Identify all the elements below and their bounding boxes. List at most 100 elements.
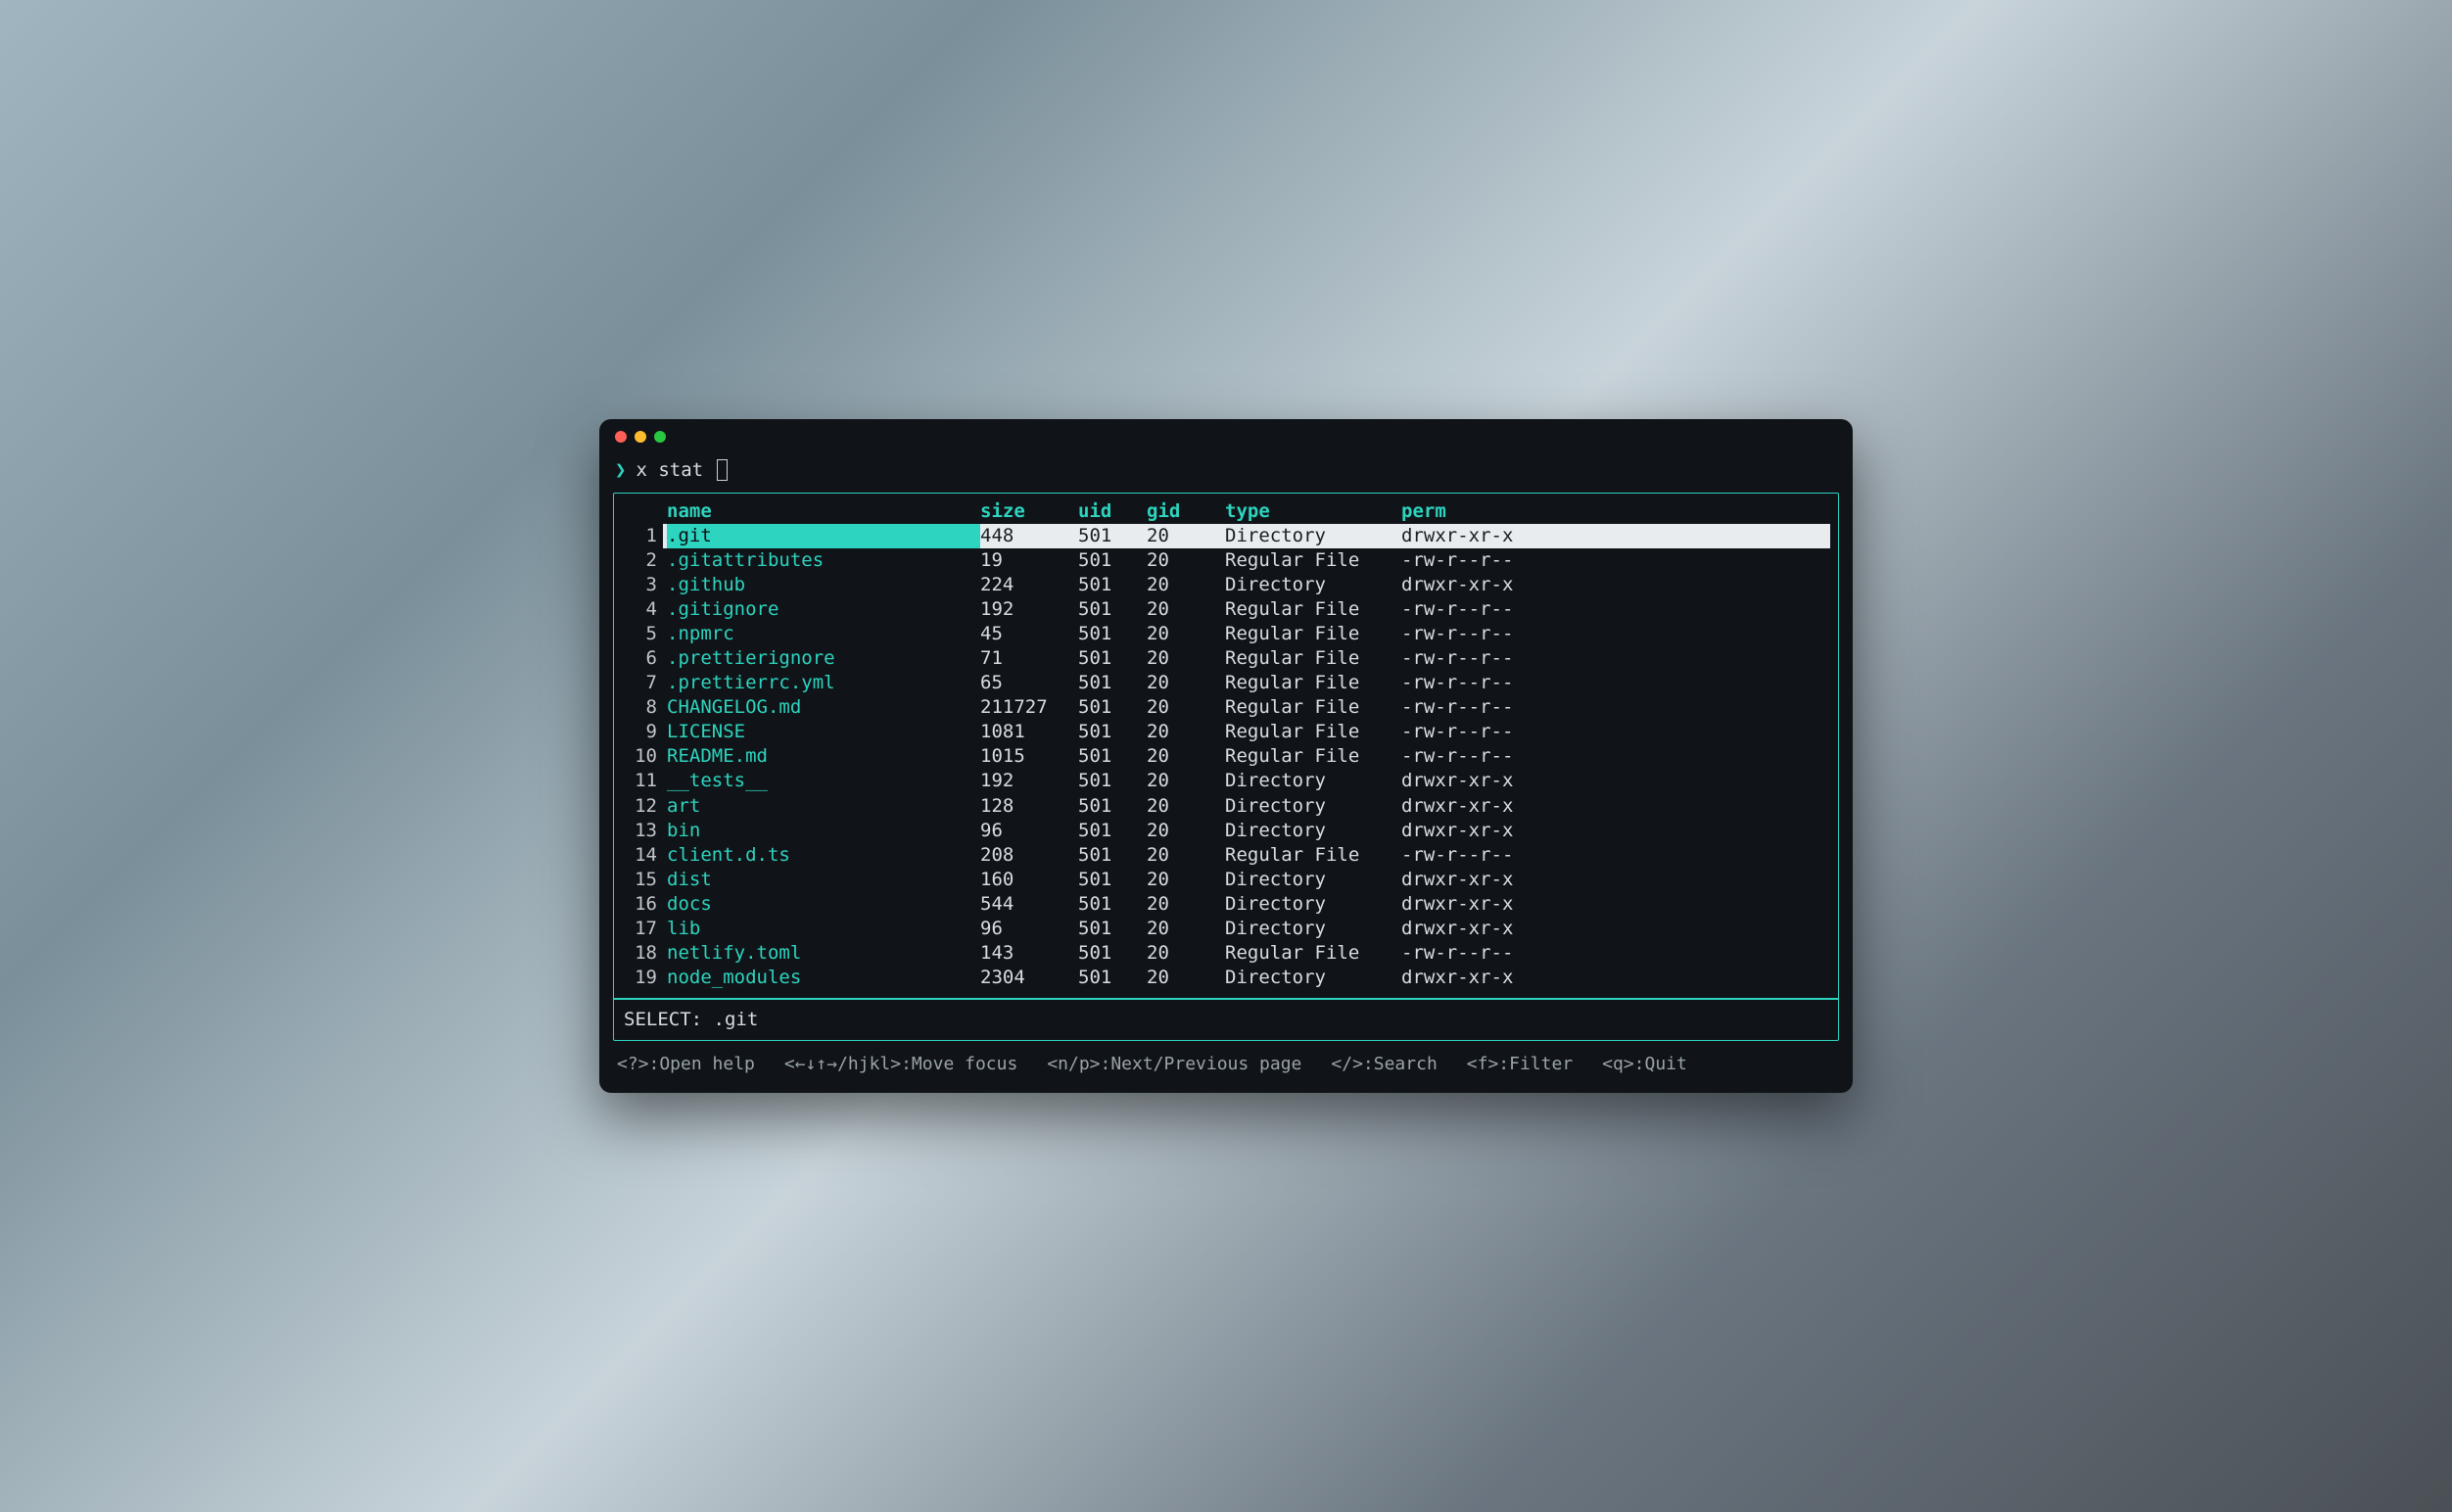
row-perm: drwxr-xr-x bbox=[1401, 769, 1597, 793]
row-index: 3 bbox=[618, 573, 667, 597]
maximize-icon[interactable] bbox=[654, 431, 666, 443]
row-index: 6 bbox=[618, 646, 667, 671]
row-uid: 501 bbox=[1078, 819, 1147, 843]
table-row[interactable]: 1.git44850120Directorydrwxr-xr-x bbox=[614, 524, 1838, 548]
row-size: 45 bbox=[980, 622, 1078, 646]
table-row[interactable]: 10README.md101550120Regular File-rw-r--r… bbox=[614, 744, 1838, 769]
row-perm: drwxr-xr-x bbox=[1401, 868, 1597, 892]
row-uid: 501 bbox=[1078, 720, 1147, 744]
row-index: 17 bbox=[618, 917, 667, 941]
row-perm: -rw-r--r-- bbox=[1401, 843, 1597, 868]
row-perm: -rw-r--r-- bbox=[1401, 671, 1597, 695]
row-gid: 20 bbox=[1147, 819, 1225, 843]
cursor-icon bbox=[717, 459, 728, 481]
row-size: 208 bbox=[980, 843, 1078, 868]
row-perm: drwxr-xr-x bbox=[1401, 892, 1597, 917]
row-perm: -rw-r--r-- bbox=[1401, 622, 1597, 646]
row-perm: drwxr-xr-x bbox=[1401, 966, 1597, 990]
row-gid: 20 bbox=[1147, 573, 1225, 597]
table-row[interactable]: 11__tests__19250120Directorydrwxr-xr-x bbox=[614, 769, 1838, 793]
row-uid: 501 bbox=[1078, 966, 1147, 990]
table-row[interactable]: 8CHANGELOG.md21172750120Regular File-rw-… bbox=[614, 695, 1838, 720]
select-line: SELECT: .git bbox=[614, 1000, 1838, 1034]
table-row[interactable]: 9LICENSE108150120Regular File-rw-r--r-- bbox=[614, 720, 1838, 744]
row-type: Directory bbox=[1225, 966, 1401, 990]
row-type: Directory bbox=[1225, 917, 1401, 941]
col-gid: gid bbox=[1147, 499, 1225, 524]
table-row[interactable]: 13bin9650120Directorydrwxr-xr-x bbox=[614, 819, 1838, 843]
terminal-body[interactable]: ❯ x stat name size uid gid type perm 1.g… bbox=[599, 454, 1853, 1094]
row-name: .prettierignore bbox=[667, 646, 980, 671]
table-row[interactable]: 12art12850120Directorydrwxr-xr-x bbox=[614, 794, 1838, 819]
row-uid: 501 bbox=[1078, 941, 1147, 966]
table-body: 1.git44850120Directorydrwxr-xr-x2.gitatt… bbox=[614, 524, 1838, 990]
row-index: 12 bbox=[618, 794, 667, 819]
row-index: 9 bbox=[618, 720, 667, 744]
row-gid: 20 bbox=[1147, 622, 1225, 646]
row-type: Regular File bbox=[1225, 720, 1401, 744]
row-gid: 20 bbox=[1147, 646, 1225, 671]
row-uid: 501 bbox=[1078, 597, 1147, 622]
row-size: 160 bbox=[980, 868, 1078, 892]
row-uid: 501 bbox=[1078, 794, 1147, 819]
table-row[interactable]: 17lib9650120Directorydrwxr-xr-x bbox=[614, 917, 1838, 941]
footer-hints: <?>:Open help <←↓↑→/hjkl>:Move focus <n/… bbox=[613, 1041, 1839, 1076]
col-uid: uid bbox=[1078, 499, 1147, 524]
row-type: Regular File bbox=[1225, 671, 1401, 695]
row-uid: 501 bbox=[1078, 744, 1147, 769]
hint-move: <←↓↑→/hjkl>:Move focus bbox=[784, 1053, 1017, 1076]
table-row[interactable]: 15dist16050120Directorydrwxr-xr-x bbox=[614, 868, 1838, 892]
stat-panel: name size uid gid type perm 1.git4485012… bbox=[613, 493, 1839, 1041]
row-name: art bbox=[667, 794, 980, 819]
row-uid: 501 bbox=[1078, 524, 1147, 548]
row-size: 96 bbox=[980, 917, 1078, 941]
table-row[interactable]: 16docs54450120Directorydrwxr-xr-x bbox=[614, 892, 1838, 917]
table-row[interactable]: 18netlify.toml14350120Regular File-rw-r-… bbox=[614, 941, 1838, 966]
titlebar bbox=[599, 419, 1853, 454]
row-type: Directory bbox=[1225, 892, 1401, 917]
row-size: 448 bbox=[980, 524, 1078, 548]
row-gid: 20 bbox=[1147, 671, 1225, 695]
table-row[interactable]: 19node_modules230450120Directorydrwxr-xr… bbox=[614, 966, 1838, 990]
row-gid: 20 bbox=[1147, 720, 1225, 744]
table-row[interactable]: 2.gitattributes1950120Regular File-rw-r-… bbox=[614, 548, 1838, 573]
row-name: .gitattributes bbox=[667, 548, 980, 573]
hint-filter: <f>:Filter bbox=[1467, 1053, 1573, 1076]
row-name: .github bbox=[667, 573, 980, 597]
select-value: .git bbox=[714, 1009, 759, 1030]
hint-help: <?>:Open help bbox=[617, 1053, 755, 1076]
row-perm: -rw-r--r-- bbox=[1401, 744, 1597, 769]
row-gid: 20 bbox=[1147, 966, 1225, 990]
row-type: Directory bbox=[1225, 868, 1401, 892]
hint-quit: <q>:Quit bbox=[1602, 1053, 1687, 1076]
row-size: 96 bbox=[980, 819, 1078, 843]
row-perm: drwxr-xr-x bbox=[1401, 917, 1597, 941]
table-row[interactable]: 4.gitignore19250120Regular File-rw-r--r-… bbox=[614, 597, 1838, 622]
table-row[interactable]: 7.prettierrc.yml6550120Regular File-rw-r… bbox=[614, 671, 1838, 695]
row-size: 192 bbox=[980, 769, 1078, 793]
row-type: Regular File bbox=[1225, 941, 1401, 966]
row-gid: 20 bbox=[1147, 744, 1225, 769]
row-size: 192 bbox=[980, 597, 1078, 622]
row-index: 7 bbox=[618, 671, 667, 695]
row-uid: 501 bbox=[1078, 892, 1147, 917]
table-row[interactable]: 3.github22450120Directorydrwxr-xr-x bbox=[614, 573, 1838, 597]
row-perm: drwxr-xr-x bbox=[1401, 794, 1597, 819]
table-row[interactable]: 5.npmrc4550120Regular File-rw-r--r-- bbox=[614, 622, 1838, 646]
row-type: Regular File bbox=[1225, 744, 1401, 769]
table-row[interactable]: 6.prettierignore7150120Regular File-rw-r… bbox=[614, 646, 1838, 671]
row-type: Regular File bbox=[1225, 622, 1401, 646]
minimize-icon[interactable] bbox=[635, 431, 646, 443]
table-row[interactable]: 14client.d.ts20850120Regular File-rw-r--… bbox=[614, 843, 1838, 868]
row-type: Directory bbox=[1225, 794, 1401, 819]
row-size: 1015 bbox=[980, 744, 1078, 769]
row-type: Regular File bbox=[1225, 695, 1401, 720]
row-index: 15 bbox=[618, 868, 667, 892]
close-icon[interactable] bbox=[615, 431, 627, 443]
row-index: 2 bbox=[618, 548, 667, 573]
row-size: 143 bbox=[980, 941, 1078, 966]
row-name: .git bbox=[667, 524, 980, 548]
row-gid: 20 bbox=[1147, 524, 1225, 548]
row-type: Directory bbox=[1225, 524, 1401, 548]
row-perm: drwxr-xr-x bbox=[1401, 524, 1597, 548]
